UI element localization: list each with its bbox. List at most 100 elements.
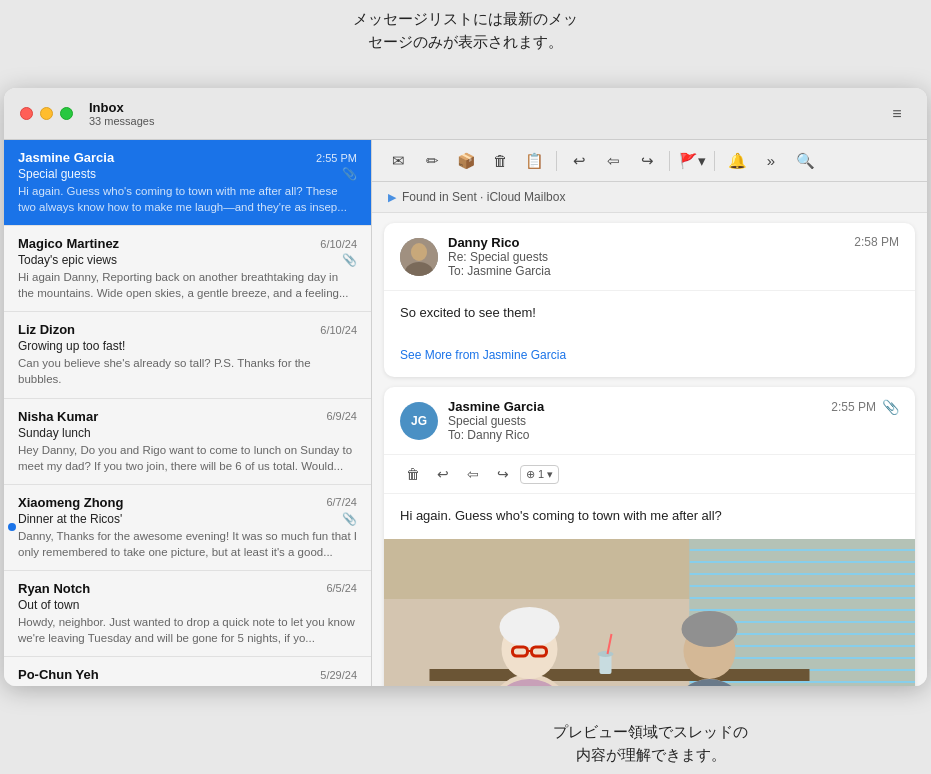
unread-dot (8, 523, 16, 531)
inline-reply-all-button[interactable]: ⇦ (460, 461, 486, 487)
sender-details-1: Danny Rico Re: Special guests To: Jasmin… (448, 235, 551, 278)
annotation-top: メッセージリストには最新のメッ セージのみが表示されます。 (0, 8, 931, 53)
attachment-icon: 📎 (342, 253, 357, 267)
message-sender: Magico Martinez (18, 236, 119, 251)
message-list-panel: Jasmine Garcia 2:55 PM Special guests 📎 … (4, 140, 372, 686)
move-button[interactable]: 📋 (520, 147, 548, 175)
message-item[interactable]: Ryan Notch 6/5/24 Out of town Howdy, nei… (4, 571, 371, 657)
traffic-lights (20, 107, 73, 120)
message-sender: Liz Dizon (18, 322, 75, 337)
inline-reply-button[interactable]: ↩ (430, 461, 456, 487)
svg-rect-20 (430, 669, 810, 681)
avatar-danny (400, 238, 438, 276)
message-item[interactable]: Nisha Kumar 6/9/24 Sunday lunch Hey Dann… (4, 399, 371, 485)
message-item[interactable]: Magico Martinez 6/10/24 Today's epic vie… (4, 226, 371, 312)
email-body-text-2: Hi again. Guess who's coming to town wit… (400, 506, 899, 527)
email-body-1: So excited to see them! See More from Ja… (384, 291, 915, 377)
title-bar: Inbox 33 messages ≡ (4, 88, 927, 140)
message-date: 2:55 PM (316, 152, 357, 164)
inline-toolbar: 🗑 ↩ ⇦ ↪ ⊕ 1 ▾ (384, 455, 915, 494)
more-button[interactable]: » (757, 147, 785, 175)
reply-all-button[interactable]: ⇦ (599, 147, 627, 175)
trash-button[interactable]: 🗑 (486, 147, 514, 175)
svg-rect-6 (690, 539, 916, 549)
location-icon: ▶ (388, 191, 396, 204)
message-header: Magico Martinez 6/10/24 (18, 236, 357, 251)
mail-window: Inbox 33 messages ≡ Jasmine Garcia 2:55 … (4, 88, 927, 686)
message-subject: Lunch call? (18, 684, 357, 686)
message-preview: Can you believe she's already so tall? P… (18, 355, 357, 387)
svg-point-1 (411, 243, 427, 261)
inbox-title: Inbox (89, 100, 154, 115)
archive-button[interactable]: 📦 (452, 147, 480, 175)
svg-point-23 (500, 607, 560, 647)
message-date: 6/7/24 (326, 496, 357, 508)
avatar-jasmine: JG (400, 402, 438, 440)
sender-to-2: To: Danny Rico (448, 428, 544, 442)
sender-details-2: Jasmine Garcia Special guests To: Danny … (448, 399, 544, 442)
inline-trash-button[interactable]: 🗑 (400, 461, 426, 487)
message-item[interactable]: Xiaomeng Zhong 6/7/24 Dinner at the Rico… (4, 485, 371, 571)
email-1-header: Danny Rico Re: Special guests To: Jasmin… (384, 223, 915, 291)
forward-button[interactable]: ↪ (633, 147, 661, 175)
message-preview: Hi again. Guess who's coming to town wit… (18, 183, 357, 215)
svg-rect-9 (690, 575, 916, 585)
message-header: Liz Dizon 6/10/24 (18, 322, 357, 337)
svg-rect-10 (690, 587, 916, 597)
message-preview: Howdy, neighbor. Just wanted to drop a q… (18, 614, 357, 646)
search-button[interactable]: 🔍 (791, 147, 819, 175)
see-more-link[interactable]: See More from Jasmine Garcia (400, 348, 566, 362)
message-item[interactable]: Liz Dizon 6/10/24 Growing up too fast! C… (4, 312, 371, 398)
message-sender: Nisha Kumar (18, 409, 98, 424)
flag-button[interactable]: 🚩▾ (678, 147, 706, 175)
toolbar-divider-1 (556, 151, 557, 171)
email-2-header: JG Jasmine Garcia Special guests To: Dan… (384, 387, 915, 455)
attachment-icon: 📎 (342, 512, 357, 526)
fullscreen-button[interactable] (60, 107, 73, 120)
notification-button[interactable]: 🔔 (723, 147, 751, 175)
email-1-header-row: Danny Rico Re: Special guests To: Jasmin… (400, 235, 899, 278)
sender-info-1: Danny Rico Re: Special guests To: Jasmin… (400, 235, 551, 278)
message-date: 6/10/24 (320, 238, 357, 250)
count-badge[interactable]: ⊕ 1 ▾ (520, 465, 559, 484)
found-in-sent-banner: ▶ Found in Sent · iCloud Mailbox (372, 182, 927, 213)
message-sender: Ryan Notch (18, 581, 90, 596)
email-2-header-row: JG Jasmine Garcia Special guests To: Dan… (400, 399, 899, 442)
sender-subject-2: Special guests (448, 414, 544, 428)
svg-point-33 (598, 651, 614, 657)
compose-button[interactable]: ✏ (418, 147, 446, 175)
filter-icon[interactable]: ≡ (883, 100, 911, 128)
message-item[interactable]: Po-Chun Yeh 5/29/24 Lunch call? Think yo… (4, 657, 371, 686)
annotation-bottom: プレビュー領域でスレッドの 内容が理解できます。 (370, 721, 931, 766)
message-sender: Xiaomeng Zhong (18, 495, 123, 510)
email-message-2: JG Jasmine Garcia Special guests To: Dan… (384, 387, 915, 686)
sender-subject-1: Re: Special guests (448, 250, 551, 264)
new-message-button[interactable]: ✉ (384, 147, 412, 175)
message-subject: Today's epic views 📎 (18, 253, 357, 267)
found-in-sent-text: Found in Sent · iCloud Mailbox (402, 190, 565, 204)
inline-forward-button[interactable]: ↪ (490, 461, 516, 487)
main-toolbar: ✉ ✏ 📦 🗑 📋 ↩ ⇦ ↪ 🚩▾ 🔔 » 🔍 (372, 140, 927, 182)
email-body-text-1: So excited to see them! (400, 303, 899, 324)
message-preview: Danny, Thanks for the awesome evening! I… (18, 528, 357, 560)
message-date: 6/9/24 (326, 410, 357, 422)
email-photo (384, 539, 915, 686)
toolbar-divider-2 (669, 151, 670, 171)
toolbar-divider-3 (714, 151, 715, 171)
svg-rect-8 (690, 563, 916, 573)
message-header: Xiaomeng Zhong 6/7/24 (18, 495, 357, 510)
message-header: Nisha Kumar 6/9/24 (18, 409, 357, 424)
title-info: Inbox 33 messages (89, 100, 154, 127)
message-subject: Dinner at the Ricos' 📎 (18, 512, 357, 526)
message-list: Jasmine Garcia 2:55 PM Special guests 📎 … (4, 140, 371, 686)
svg-point-30 (682, 611, 738, 647)
reply-button[interactable]: ↩ (565, 147, 593, 175)
sender-to-1: To: Jasmine Garcia (448, 264, 551, 278)
minimize-button[interactable] (40, 107, 53, 120)
main-content: Jasmine Garcia 2:55 PM Special guests 📎 … (4, 140, 927, 686)
message-item[interactable]: Jasmine Garcia 2:55 PM Special guests 📎 … (4, 140, 371, 226)
close-button[interactable] (20, 107, 33, 120)
email-body-2: Hi again. Guess who's coming to town wit… (384, 494, 915, 539)
sender-name-1: Danny Rico (448, 235, 551, 250)
message-preview: Hi again Danny, Reporting back on anothe… (18, 269, 357, 301)
